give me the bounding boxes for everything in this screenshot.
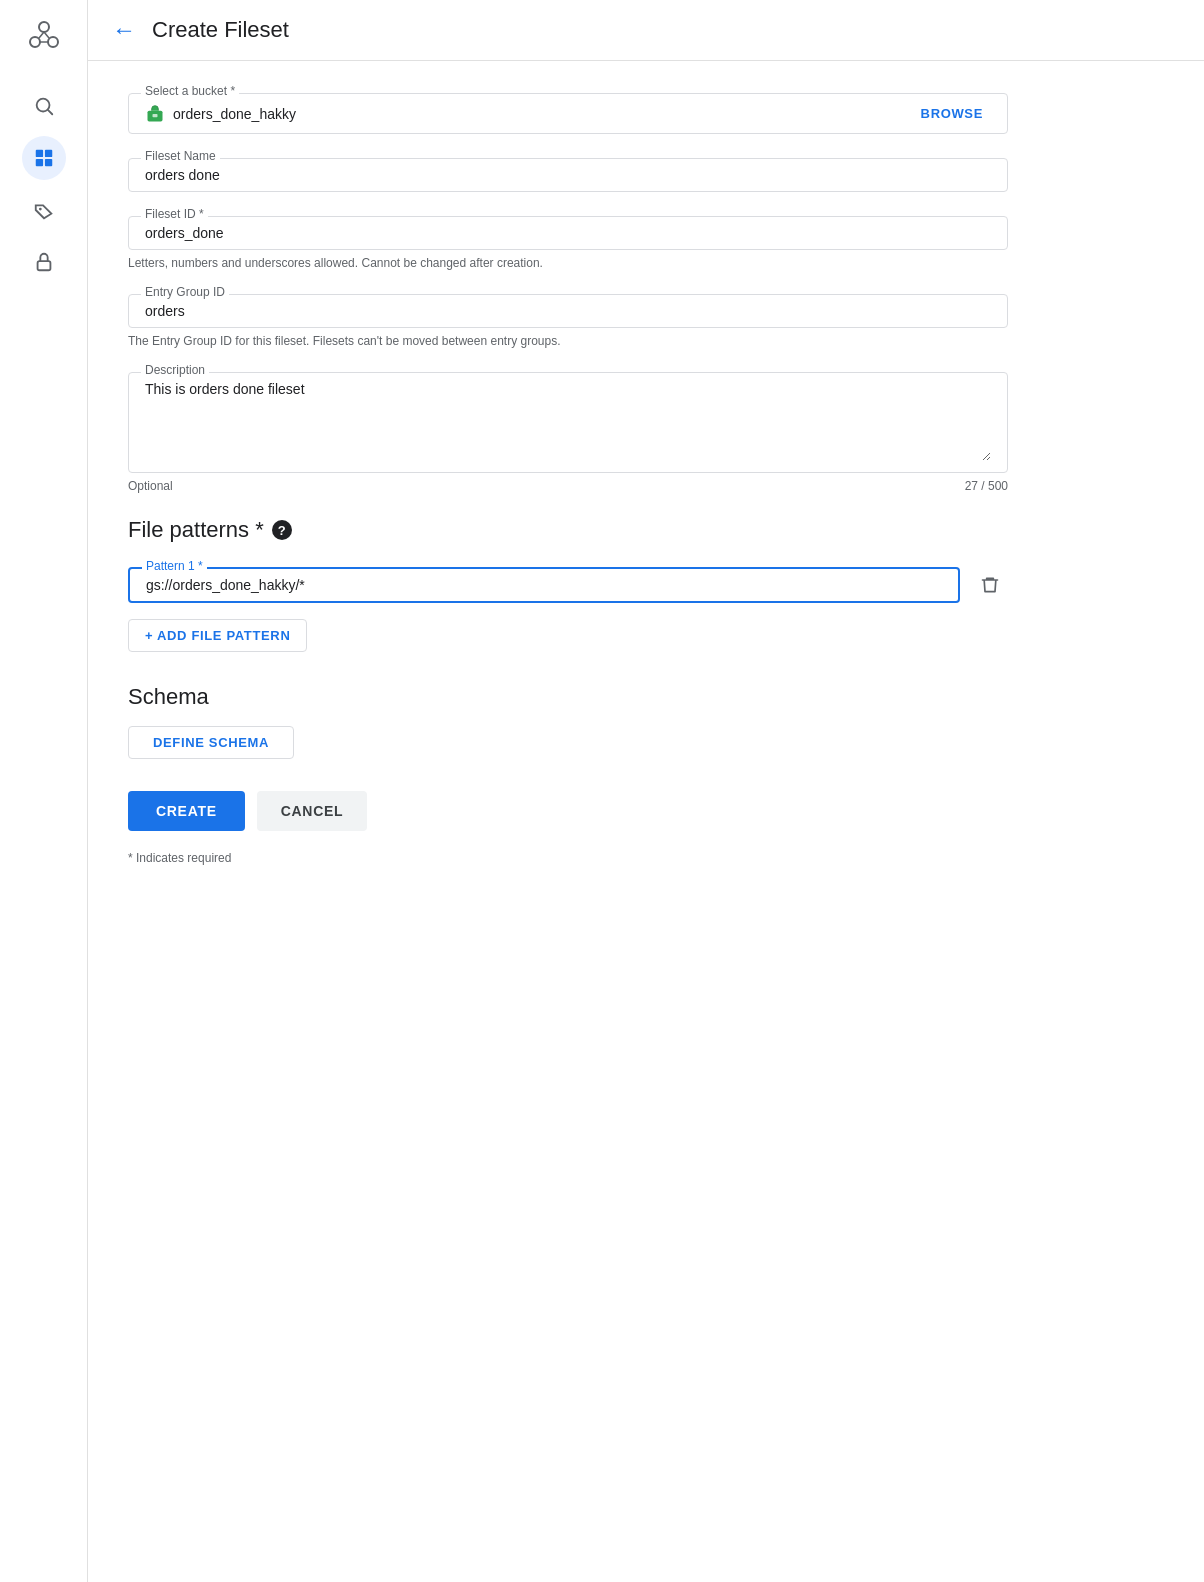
file-patterns-title: File patterns * ? (128, 517, 1008, 543)
add-file-pattern-button[interactable]: + ADD FILE PATTERN (128, 619, 307, 652)
bucket-name: orders_done_hakky (173, 106, 296, 122)
add-pattern-label: + ADD FILE PATTERN (145, 628, 290, 643)
lock-sidebar-icon[interactable] (22, 240, 66, 284)
description-input[interactable]: This is orders done fileset (145, 381, 991, 461)
description-field-group: Description This is orders done fileset … (128, 372, 1008, 493)
cancel-button[interactable]: CANCEL (257, 791, 368, 831)
search-sidebar-icon[interactable] (22, 84, 66, 128)
svg-point-1 (30, 37, 40, 47)
action-buttons: CREATE CANCEL (128, 791, 1008, 831)
delete-pattern-1-button[interactable] (972, 567, 1008, 603)
help-icon[interactable]: ? (272, 520, 292, 540)
entry-group-id-input[interactable] (145, 303, 991, 319)
svg-rect-10 (35, 159, 42, 166)
bucket-field: Select a bucket * orders_done_hakky BROW… (128, 93, 1008, 134)
fileset-name-input[interactable] (145, 167, 991, 183)
pattern-1-label: Pattern 1 * (142, 559, 207, 573)
file-patterns-section: File patterns * ? Pattern 1 * + ADD FILE… (128, 517, 1008, 652)
svg-line-4 (44, 32, 49, 38)
svg-line-3 (39, 32, 44, 38)
pattern-row-1: Pattern 1 * (128, 567, 1008, 603)
entry-group-id-field-group: Entry Group ID The Entry Group ID for th… (128, 294, 1008, 348)
sidebar (0, 0, 88, 1582)
entry-group-id-helper: The Entry Group ID for this fileset. Fil… (128, 334, 1008, 348)
svg-point-12 (38, 208, 41, 211)
page-title: Create Fileset (152, 17, 289, 43)
catalog-sidebar-icon[interactable] (22, 136, 66, 180)
entry-group-id-field: Entry Group ID (128, 294, 1008, 328)
fileset-name-field-group: Fileset Name (128, 158, 1008, 192)
svg-rect-15 (153, 114, 158, 117)
required-note: * Indicates required (128, 851, 1008, 865)
fileset-id-label: Fileset ID * (141, 207, 208, 221)
page-header: ← Create Fileset (88, 0, 1204, 61)
bucket-field-label: Select a bucket * (141, 84, 239, 98)
bucket-value-display: orders_done_hakky (145, 104, 296, 124)
svg-rect-13 (37, 261, 50, 270)
svg-point-2 (48, 37, 58, 47)
pattern-1-field: Pattern 1 * (128, 567, 960, 603)
description-helper-left: Optional (128, 479, 173, 493)
app-logo (24, 16, 64, 56)
description-char-count: 27 / 500 (965, 479, 1008, 493)
pattern-1-input[interactable] (146, 577, 942, 593)
form-area: Select a bucket * orders_done_hakky BROW… (88, 61, 1048, 897)
main-content: ← Create Fileset Select a bucket * order… (88, 0, 1204, 1582)
define-schema-button[interactable]: DEFINE SCHEMA (128, 726, 294, 759)
tag-sidebar-icon[interactable] (22, 188, 66, 232)
svg-rect-9 (44, 150, 51, 157)
fileset-name-label: Fileset Name (141, 149, 220, 163)
schema-title: Schema (128, 684, 1008, 710)
description-label: Description (141, 363, 209, 377)
svg-rect-11 (44, 159, 51, 166)
schema-section: Schema DEFINE SCHEMA (128, 684, 1008, 759)
back-button[interactable]: ← (112, 16, 136, 44)
create-button[interactable]: CREATE (128, 791, 245, 831)
svg-rect-8 (35, 150, 42, 157)
bucket-field-group: Select a bucket * orders_done_hakky BROW… (128, 93, 1008, 134)
entry-group-id-label: Entry Group ID (141, 285, 229, 299)
fileset-id-field-group: Fileset ID * Letters, numbers and unders… (128, 216, 1008, 270)
description-field: Description This is orders done fileset (128, 372, 1008, 473)
fileset-name-field: Fileset Name (128, 158, 1008, 192)
fileset-id-field: Fileset ID * (128, 216, 1008, 250)
browse-button[interactable]: BROWSE (913, 102, 991, 125)
fileset-id-input[interactable] (145, 225, 991, 241)
svg-line-7 (48, 110, 52, 114)
svg-point-0 (39, 22, 49, 32)
fileset-id-helper: Letters, numbers and underscores allowed… (128, 256, 1008, 270)
